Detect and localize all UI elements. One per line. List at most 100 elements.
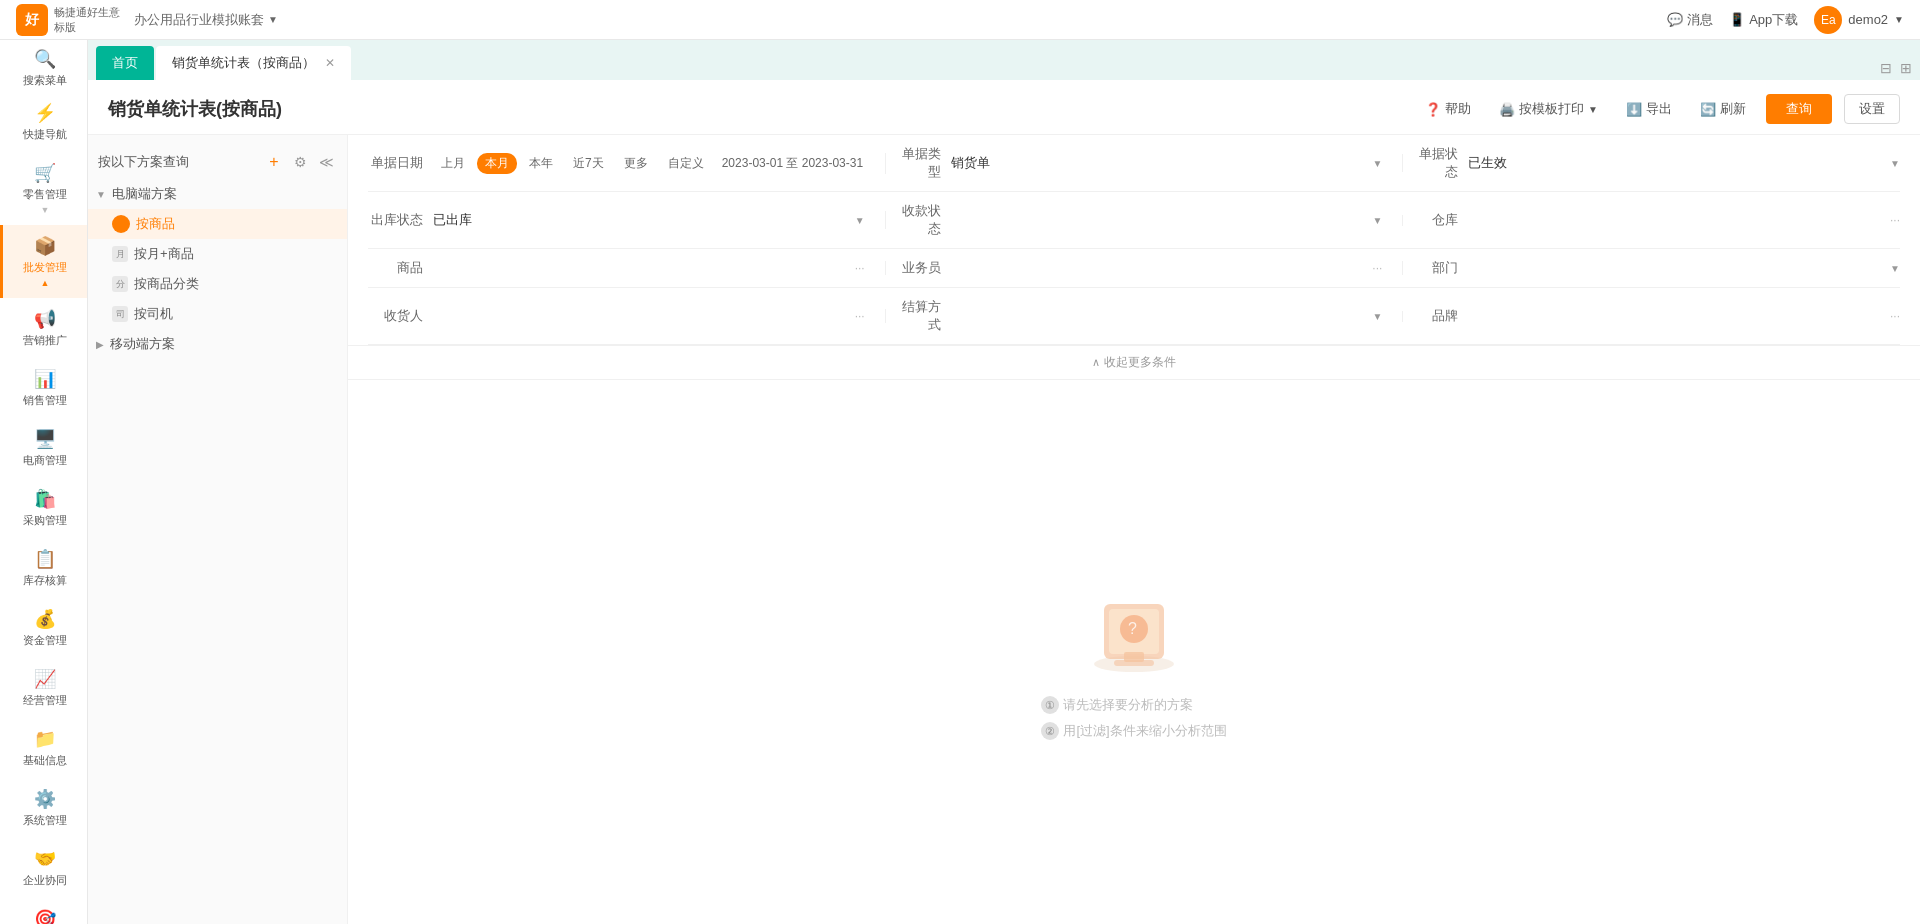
chevron-down-icon: ▼ <box>1588 104 1598 115</box>
warehouse-label: 出库状态 <box>368 211 433 229</box>
dept-filter[interactable]: ▼ <box>1468 263 1900 274</box>
storehouse-label: 仓库 <box>1403 211 1468 229</box>
message-icon: 💬 <box>1667 12 1683 27</box>
tree-item-by-category[interactable]: 分 按商品分类 <box>88 269 347 299</box>
page-content: 销货单统计表(按商品) ❓ 帮助 🖨️ 按模板打印 ▼ ⬇️ 导出 <box>88 80 1920 924</box>
collapse-panel-button[interactable]: ≪ <box>315 151 337 173</box>
tree-item-by-product[interactable]: 按商品 <box>88 209 347 239</box>
message-button[interactable]: 💬 消息 <box>1667 11 1713 29</box>
tab-sales-stat[interactable]: 销货单统计表（按商品） ✕ <box>156 46 351 80</box>
tab-close-icon[interactable]: ✕ <box>325 56 335 70</box>
query-button[interactable]: 查询 <box>1766 94 1832 124</box>
wholesale-icon: 📦 <box>34 235 56 257</box>
more-dots[interactable]: ··· <box>855 309 865 323</box>
chevron-down-icon: ▼ <box>1894 14 1904 25</box>
sidebar: 🔍 搜索菜单 ⚡ 快捷导航 🛒 零售管理 ▼ 📦 批发管理 ▲ 📢 营销推广 📊… <box>0 40 88 924</box>
topbar: 好 畅捷通好生意 标版 办公用品行业模拟账套 ▼ 💬 消息 📱 App下载 Ea… <box>0 0 1920 40</box>
app-selector[interactable]: 办公用品行业模拟账套 ▼ <box>128 9 284 31</box>
topbar-right: 💬 消息 📱 App下载 Ea demo2 ▼ <box>1667 6 1904 34</box>
sidebar-item-marketing[interactable]: 📢 营销推广 <box>0 298 87 358</box>
storehouse-filter[interactable]: ··· <box>1468 213 1900 227</box>
chevron-down-icon: ▼ <box>1372 215 1382 226</box>
add-scheme-button[interactable]: + <box>263 151 285 173</box>
sidebar-item-retail[interactable]: 🛒 零售管理 ▼ <box>0 152 87 225</box>
print-icon: 🖨️ <box>1499 102 1515 117</box>
more-dots[interactable]: ··· <box>1890 309 1900 323</box>
logo-text: 畅捷通好生意 标版 <box>54 5 120 34</box>
payment-filter[interactable]: ▼ <box>951 311 1404 322</box>
sidebar-item-finance[interactable]: 💰 资金管理 <box>0 598 87 658</box>
staff-filter[interactable]: ··· <box>951 261 1404 275</box>
doc-status-filter[interactable]: 已生效 ▼ <box>1468 154 1900 172</box>
date-btn-last-month[interactable]: 上月 <box>433 153 473 174</box>
sidebar-item-ecom[interactable]: 🖥️ 电商管理 <box>0 418 87 478</box>
sidebar-item-inventory[interactable]: 📋 库存核算 <box>0 538 87 598</box>
chevron-right-icon: ▶ <box>96 339 104 350</box>
empty-hints: ① 请先选择要分析的方案 ② 用[过滤]条件来缩小分析范围 <box>1041 696 1226 740</box>
chevron-down-icon: ▼ <box>1372 311 1382 322</box>
sidebar-item-quick-nav[interactable]: ⚡ 快捷导航 <box>0 92 87 152</box>
filter-row-3: 商品 ··· 业务员 ··· 部门 <box>368 249 1900 288</box>
date-btn-this-month[interactable]: 本月 <box>477 153 517 174</box>
tree-section-mobile[interactable]: ▶ 移动端方案 <box>88 329 347 359</box>
sidebar-item-purchase[interactable]: 🛍️ 采购管理 <box>0 478 87 538</box>
main-layout: 🔍 搜索菜单 ⚡ 快捷导航 🛒 零售管理 ▼ 📦 批发管理 ▲ 📢 营销推广 📊… <box>0 40 1920 924</box>
user-menu[interactable]: Ea demo2 ▼ <box>1814 6 1904 34</box>
logo-area: 好 畅捷通好生意 标版 <box>16 4 120 36</box>
date-btn-7days[interactable]: 近7天 <box>565 153 612 174</box>
sidebar-item-sales[interactable]: 📊 销售管理 <box>0 358 87 418</box>
date-label: 单据日期 <box>368 154 433 172</box>
chevron-down-icon: ▼ <box>1890 158 1900 169</box>
filter-area: 单据日期 上月 本月 本年 近7天 更多 自定义 2023-03-01 至 20… <box>348 135 1920 345</box>
tree-section-pc[interactable]: ▼ 电脑端方案 <box>88 179 347 209</box>
edit-scheme-button[interactable]: ⚙ <box>289 151 311 173</box>
doc-type-filter[interactable]: 销货单 ▼ <box>951 154 1404 172</box>
tab-min-icon[interactable]: ⊟ <box>1880 60 1892 76</box>
receipt-status-label: 收款状态 <box>886 202 951 238</box>
receipt-status-filter[interactable]: ▼ <box>951 215 1404 226</box>
tree-item-by-month-product[interactable]: 月 按月+商品 <box>88 239 347 269</box>
sidebar-item-guide[interactable]: 🎯 新手引导 <box>0 898 87 924</box>
consignee-filter[interactable]: ··· <box>433 309 886 323</box>
export-icon: ⬇️ <box>1626 102 1642 117</box>
doc-status-label: 单据状态 <box>1403 145 1468 181</box>
brand-label: 品牌 <box>1403 307 1468 325</box>
tab-max-icon[interactable]: ⊞ <box>1900 60 1912 76</box>
more-dots[interactable]: ··· <box>1890 213 1900 227</box>
product-filter[interactable]: ··· <box>433 261 886 275</box>
empty-svg: ? <box>1074 564 1194 684</box>
tab-home[interactable]: 首页 <box>96 46 154 80</box>
refresh-button[interactable]: 🔄 刷新 <box>1692 96 1754 122</box>
brand-filter[interactable]: ··· <box>1468 309 1900 323</box>
date-btn-more[interactable]: 更多 <box>616 153 656 174</box>
page-title: 销货单统计表(按商品) <box>108 97 282 121</box>
sidebar-item-system[interactable]: ⚙️ 系统管理 <box>0 778 87 838</box>
filter-row-4: 收货人 ··· 结算方式 ▼ 品牌 <box>368 288 1900 345</box>
mobile-section: ▶ 移动端方案 <box>88 329 347 359</box>
export-button[interactable]: ⬇️ 导出 <box>1618 96 1680 122</box>
date-btn-custom[interactable]: 自定义 <box>660 153 712 174</box>
empty-state: ? ① 请先选择要分析的方案 ② <box>348 380 1920 924</box>
help-icon: ❓ <box>1425 102 1441 117</box>
left-panel: 按以下方案查询 + ⚙ ≪ ▼ 电脑端方案 <box>88 135 348 924</box>
search-icon: 🔍 <box>34 48 56 70</box>
warehouse-filter[interactable]: 已出库 ▼ <box>433 211 886 229</box>
svg-rect-6 <box>1114 660 1154 666</box>
sub-icon: 分 <box>112 276 128 292</box>
settings-button[interactable]: 设置 <box>1844 94 1900 124</box>
collapse-bar[interactable]: ∧ 收起更多条件 <box>348 345 1920 380</box>
more-dots[interactable]: ··· <box>855 261 865 275</box>
sidebar-item-wholesale[interactable]: 📦 批发管理 ▲ <box>0 225 87 298</box>
consignee-label: 收货人 <box>368 307 433 325</box>
tree-item-by-cashier[interactable]: 司 按司机 <box>88 299 347 329</box>
chevron-icon: ▲ <box>41 278 50 288</box>
sidebar-item-ops[interactable]: 📈 经营管理 <box>0 658 87 718</box>
sidebar-item-corp[interactable]: 🤝 企业协同 <box>0 838 87 898</box>
date-btn-this-year[interactable]: 本年 <box>521 153 561 174</box>
sidebar-item-search[interactable]: 🔍 搜索菜单 <box>0 40 87 92</box>
template-print-button[interactable]: 🖨️ 按模板打印 ▼ <box>1491 96 1606 122</box>
app-download-button[interactable]: 📱 App下载 <box>1729 11 1798 29</box>
more-dots[interactable]: ··· <box>1372 261 1382 275</box>
help-button[interactable]: ❓ 帮助 <box>1417 96 1479 122</box>
sidebar-item-basic[interactable]: 📁 基础信息 <box>0 718 87 778</box>
